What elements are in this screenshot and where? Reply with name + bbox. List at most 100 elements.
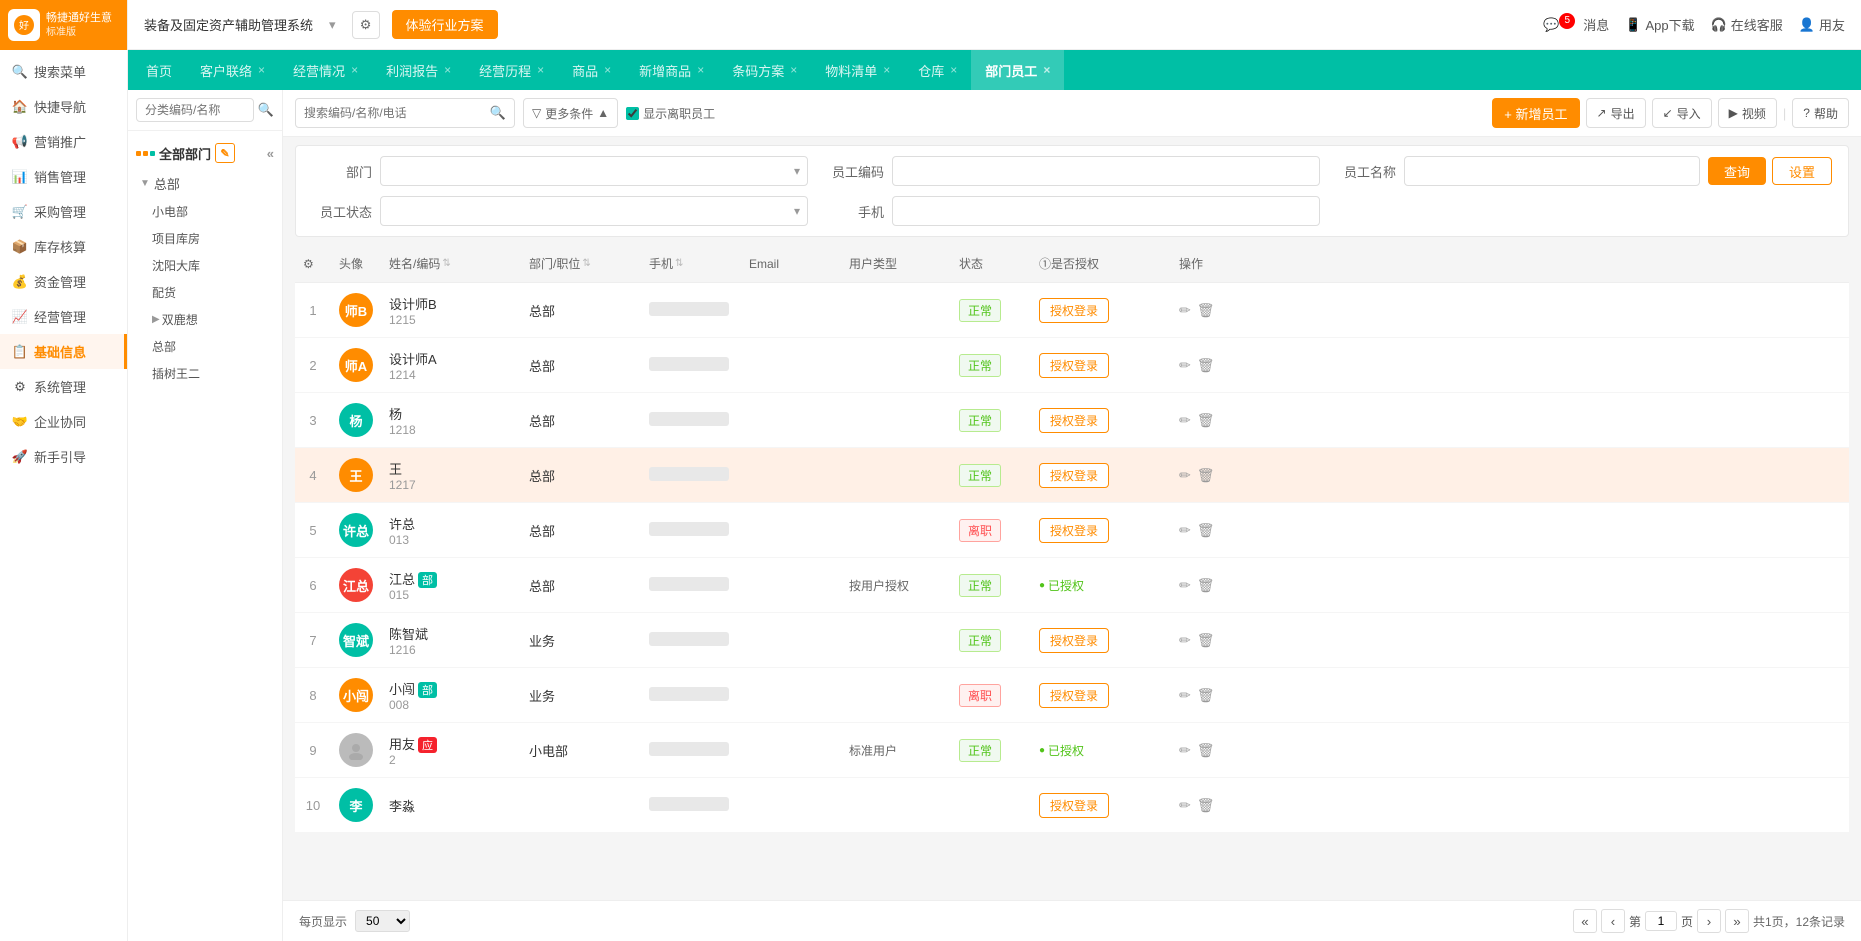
tab-close-bom[interactable]: × (883, 63, 890, 77)
delete-button[interactable]: 🗑 (1197, 467, 1215, 484)
delete-button[interactable]: 🗑 (1197, 797, 1215, 814)
dept-item-project[interactable]: 项目库房 (128, 225, 282, 252)
auth-button[interactable]: 授权登录 (1039, 463, 1109, 488)
settings-button[interactable]: ⚙ (352, 11, 380, 39)
edit-button[interactable]: ✏ (1179, 302, 1191, 319)
delete-button[interactable]: 🗑 (1197, 302, 1215, 319)
page-size-select[interactable]: 50 100 (355, 910, 410, 932)
sidebar-item-search[interactable]: 🔍 搜索菜单 (0, 54, 127, 89)
tab-home[interactable]: 首页 (132, 50, 186, 90)
delete-button[interactable]: 🗑 (1197, 522, 1215, 539)
help-button[interactable]: ? 帮助 (1792, 98, 1849, 128)
tab-close-profit[interactable]: × (444, 63, 451, 77)
tab-goods[interactable]: 商品× (558, 50, 625, 90)
sidebar-item-finance[interactable]: 💰 资金管理 (0, 264, 127, 299)
edit-button[interactable]: ✏ (1179, 467, 1191, 484)
page-next-button[interactable]: › (1697, 909, 1721, 933)
show-dimission-checkbox[interactable] (626, 107, 639, 120)
view-button[interactable]: ▶ 视频 (1718, 98, 1777, 128)
message-button[interactable]: 💬 5 消息 (1543, 15, 1609, 34)
more-filter-button[interactable]: ▽ 更多条件 ▲ (523, 98, 618, 128)
tab-close-customer[interactable]: × (258, 63, 265, 77)
delete-button[interactable]: 🗑 (1197, 412, 1215, 429)
dept-item-plug[interactable]: 插树王二 (128, 360, 282, 387)
import-button[interactable]: ↙ 导入 (1652, 98, 1712, 128)
dept-collapse-icon[interactable]: « (267, 146, 274, 161)
app-download-button[interactable]: 📱 App下载 (1625, 15, 1694, 34)
dept-group-header-root[interactable]: ▼ 总部 (128, 169, 282, 198)
trial-button[interactable]: 体验行业方案 (392, 10, 498, 39)
tab-dept-employee[interactable]: 部门员工× (971, 50, 1064, 90)
tab-close-business[interactable]: × (351, 63, 358, 77)
tab-customer[interactable]: 客户联络× (186, 50, 279, 90)
edit-button[interactable]: ✏ (1179, 522, 1191, 539)
dept-item-distribution[interactable]: 配货 (128, 279, 282, 306)
tab-profit[interactable]: 利润报告× (372, 50, 465, 90)
dept-item-small-elec[interactable]: 小电部 (128, 198, 282, 225)
sidebar-item-basic-info[interactable]: 📋 基础信息 (0, 334, 127, 369)
edit-button[interactable]: ✏ (1179, 357, 1191, 374)
tab-close-dept[interactable]: × (1043, 63, 1050, 77)
sidebar-item-inventory[interactable]: 📦 库存核算 (0, 229, 127, 264)
sort-dept[interactable]: 部门/职位 ⇅ (529, 255, 591, 272)
sidebar-item-purchase[interactable]: 🛒 采购管理 (0, 194, 127, 229)
delete-button[interactable]: 🗑 (1197, 577, 1215, 594)
sidebar-item-nav[interactable]: 🏠 快捷导航 (0, 89, 127, 124)
sort-phone[interactable]: 手机 ⇅ (649, 255, 683, 272)
sort-name[interactable]: 姓名/编码 ⇅ (389, 255, 451, 272)
edit-button[interactable]: ✏ (1179, 797, 1191, 814)
sidebar-item-collab[interactable]: 🤝 企业协同 (0, 404, 127, 439)
edit-button[interactable]: ✏ (1179, 632, 1191, 649)
dept-edit-icon[interactable]: ✎ (215, 143, 235, 163)
tab-close-barcode[interactable]: × (790, 63, 797, 77)
tab-close-goods[interactable]: × (604, 63, 611, 77)
sidebar-item-sales[interactable]: 📊 销售管理 (0, 159, 127, 194)
sidebar-item-system[interactable]: ⚙ 系统管理 (0, 369, 127, 404)
auth-button[interactable]: 授权登录 (1039, 518, 1109, 543)
dept-item-double[interactable]: ▶ 双鹿想 (128, 306, 282, 333)
auth-button[interactable]: 授权登录 (1039, 298, 1109, 323)
dept-item-shenyang[interactable]: 沈阳大库 (128, 252, 282, 279)
tab-close-process[interactable]: × (537, 63, 544, 77)
dept-search-icon[interactable]: 🔍 (258, 102, 274, 118)
gear-icon[interactable]: ⚙ (303, 257, 314, 271)
auth-button[interactable]: 授权登录 (1039, 353, 1109, 378)
edit-button[interactable]: ✏ (1179, 687, 1191, 704)
page-prev-button[interactable]: ‹ (1601, 909, 1625, 933)
tab-close-warehouse[interactable]: × (950, 63, 957, 77)
delete-button[interactable]: 🗑 (1197, 632, 1215, 649)
filter-phone-input[interactable] (892, 196, 1320, 226)
page-last-button[interactable]: » (1725, 909, 1749, 933)
tab-warehouse[interactable]: 仓库× (904, 50, 971, 90)
filter-emp-status-select[interactable] (380, 196, 808, 226)
tab-business[interactable]: 经营情况× (279, 50, 372, 90)
filter-emp-name-input[interactable] (1404, 156, 1700, 186)
filter-emp-code-input[interactable] (892, 156, 1320, 186)
query-button[interactable]: 查询 (1708, 157, 1766, 185)
auth-button[interactable]: 授权登录 (1039, 683, 1109, 708)
tab-bom[interactable]: 物料清单× (811, 50, 904, 90)
search-icon[interactable]: 🔍 (490, 105, 506, 121)
tab-add-goods[interactable]: 新增商品× (625, 50, 718, 90)
edit-button[interactable]: ✏ (1179, 412, 1191, 429)
sidebar-item-guide[interactable]: 🚀 新手引导 (0, 439, 127, 474)
auth-button[interactable]: 授权登录 (1039, 628, 1109, 653)
page-first-button[interactable]: « (1573, 909, 1597, 933)
export-button[interactable]: ↗ 导出 (1586, 98, 1646, 128)
sidebar-item-operations[interactable]: 📈 经营管理 (0, 299, 127, 334)
online-service-button[interactable]: 🎧 在线客服 (1711, 15, 1783, 34)
page-input[interactable] (1645, 911, 1677, 931)
delete-button[interactable]: 🗑 (1197, 687, 1215, 704)
delete-button[interactable]: 🗑 (1197, 742, 1215, 759)
edit-button[interactable]: ✏ (1179, 577, 1191, 594)
sidebar-item-marketing[interactable]: 📢 营销推广 (0, 124, 127, 159)
search-input[interactable] (304, 106, 490, 120)
delete-button[interactable]: 🗑 (1197, 357, 1215, 374)
dept-search-input[interactable] (136, 98, 254, 122)
filter-dept-select[interactable] (380, 156, 808, 186)
tab-barcode[interactable]: 条码方案× (718, 50, 811, 90)
tab-process[interactable]: 经营历程× (465, 50, 558, 90)
set-button[interactable]: 设置 (1772, 157, 1832, 185)
edit-button[interactable]: ✏ (1179, 742, 1191, 759)
auth-button[interactable]: 授权登录 (1039, 793, 1109, 818)
